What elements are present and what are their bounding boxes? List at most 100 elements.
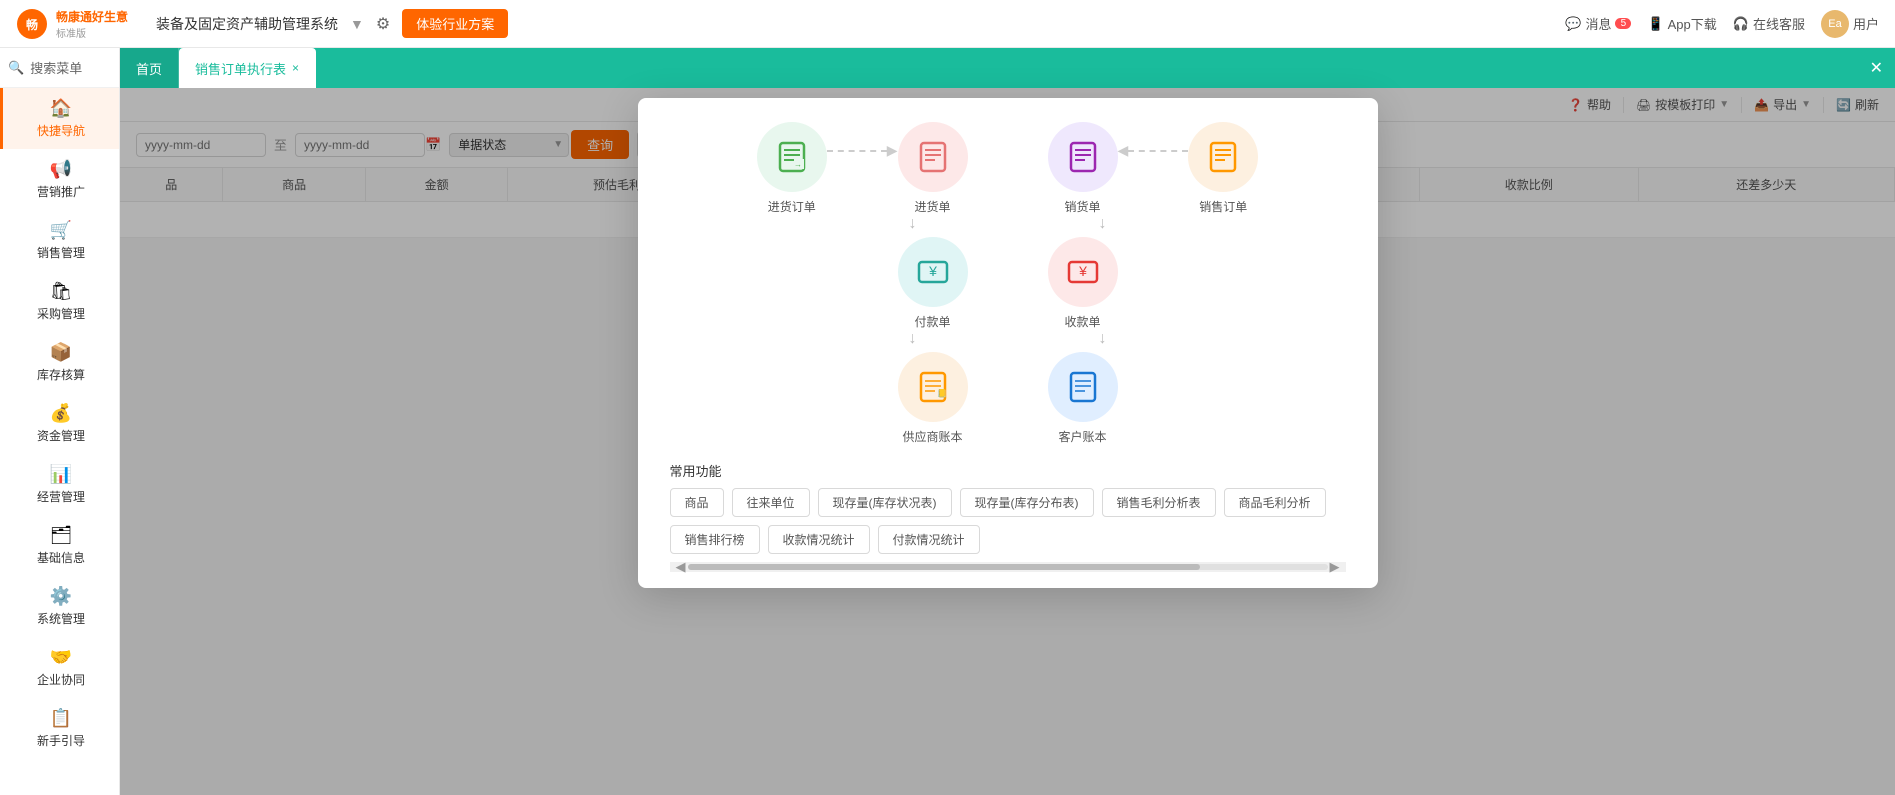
message-badge: 5 xyxy=(1615,18,1631,29)
sidebar-item-label: 快捷导航 xyxy=(37,122,85,139)
func-btn-sales-rank[interactable]: 销售排行榜 xyxy=(670,525,760,554)
user-item[interactable]: Ea 用户 xyxy=(1821,10,1879,38)
tab-close-icon[interactable]: × xyxy=(292,61,299,75)
func-btn-stock-dist[interactable]: 现存量(库存分布表) xyxy=(960,488,1094,517)
tab-bar: 首页 销售订单执行表 × ✕ xyxy=(120,48,1895,88)
svg-text:📒: 📒 xyxy=(937,389,947,398)
node-label-customer-ledger: 客户账本 xyxy=(1058,428,1106,445)
sidebar-item-quick-nav[interactable]: 🏠 快捷导航 xyxy=(0,88,119,149)
money-icon: 💰 xyxy=(50,403,72,424)
sidebar-item-label: 企业协同 xyxy=(37,671,85,688)
header-right: 💬 消息 5 📱 App下载 🎧 在线客服 Ea 用户 xyxy=(1565,10,1879,38)
folder-icon: 🗂 xyxy=(50,525,73,546)
app-logo-icon: 畅 xyxy=(16,8,48,40)
modal-overlay: → 进货订单 ▶ 进货单 xyxy=(120,88,1895,795)
box-icon: 📦 xyxy=(50,342,72,363)
sidebar-item-inventory[interactable]: 📦 库存核算 xyxy=(0,332,119,393)
flow-node-receipt-slip[interactable]: ¥ 收款单 xyxy=(1048,237,1118,330)
avatar: Ea xyxy=(1821,10,1849,38)
app-download-label: App下载 xyxy=(1668,14,1717,33)
func-btn-goods[interactable]: 商品 xyxy=(670,488,724,517)
sidebar-item-marketing[interactable]: 📢 营销推广 xyxy=(0,149,119,210)
sidebar-item-label: 营销推广 xyxy=(37,183,85,200)
flow-node-sales-slip[interactable]: 销货单 xyxy=(1048,122,1118,215)
modal-content: → 进货订单 ▶ 进货单 xyxy=(638,98,1378,588)
sidebar-item-finance[interactable]: 💰 资金管理 xyxy=(0,393,119,454)
tab-bar-right: ✕ xyxy=(1870,58,1895,78)
flow-node-sales-order[interactable]: 销售订单 xyxy=(1188,122,1258,215)
sidebar-item-label: 采购管理 xyxy=(37,305,85,322)
scroll-left-arrow[interactable]: ◀ xyxy=(674,559,688,575)
clipboard-icon: 📋 xyxy=(50,708,72,729)
bag-icon: 🛍 xyxy=(50,281,73,302)
download-icon: 📱 xyxy=(1647,16,1663,32)
sidebar-item-newbie[interactable]: 📋 新手引导 xyxy=(0,698,119,759)
home-icon: 🏠 xyxy=(50,98,72,119)
message-icon-item[interactable]: 💬 消息 5 xyxy=(1565,14,1631,33)
sidebar-item-purchase[interactable]: 🛍 采购管理 xyxy=(0,271,119,332)
headset-icon: 🎧 xyxy=(1733,16,1749,32)
func-btn-sales-profit[interactable]: 销售毛利分析表 xyxy=(1102,488,1216,517)
func-btn-goods-profit[interactable]: 商品毛利分析 xyxy=(1224,488,1326,517)
system-dropdown[interactable]: ▼ xyxy=(350,16,364,32)
sidebar-item-label: 经营管理 xyxy=(37,488,85,505)
flow-node-supplier-ledger[interactable]: 📒 供应商账本 xyxy=(898,352,968,445)
sidebar-item-collab[interactable]: 🤝 企业协同 xyxy=(0,637,119,698)
flow-node-purchase-order[interactable]: → 进货订单 xyxy=(757,122,827,215)
node-label-purchase-slip: 进货单 xyxy=(914,198,950,215)
cart-icon: 🛒 xyxy=(50,220,72,241)
sidebar-search[interactable]: 🔍 搜索菜单 xyxy=(0,48,119,88)
scroll-right-arrow[interactable]: ▶ xyxy=(1328,559,1342,575)
sidebar-item-label: 库存核算 xyxy=(37,366,85,383)
common-functions-row1: 商品 往来单位 现存量(库存状况表) 现存量(库存分布表) 销售毛利分析表 商品… xyxy=(670,488,1346,517)
tab-label: 销售订单执行表 xyxy=(195,59,286,78)
node-label-sales-slip: 销货单 xyxy=(1064,198,1100,215)
tab-sales-order[interactable]: 销售订单执行表 × xyxy=(179,48,316,88)
svg-text:¥: ¥ xyxy=(928,263,937,279)
system-title: 装备及固定资产辅助管理系统 xyxy=(156,14,338,34)
sidebar-item-label: 系统管理 xyxy=(37,610,85,627)
flow-node-payment-slip[interactable]: ¥ 付款单 xyxy=(898,237,968,330)
scrollbar-thumb xyxy=(688,564,1200,570)
node-label-supplier-ledger: 供应商账本 xyxy=(902,428,962,445)
user-label: 用户 xyxy=(1853,14,1879,33)
message-icon: 💬 xyxy=(1565,16,1581,32)
chart-icon: 📊 xyxy=(50,464,72,485)
experience-btn[interactable]: 体验行业方案 xyxy=(402,9,508,38)
sidebar-item-label: 新手引导 xyxy=(37,732,85,749)
message-label: 消息 xyxy=(1585,14,1611,33)
svg-text:畅: 畅 xyxy=(26,17,38,32)
logo-text: 畅康通好生意 标准版 xyxy=(56,8,128,40)
tab-home[interactable]: 首页 xyxy=(120,48,179,88)
node-label-payment-slip: 付款单 xyxy=(914,313,950,330)
func-btn-stock-status[interactable]: 现存量(库存状况表) xyxy=(818,488,952,517)
modal-scrollbar: ◀ ▶ xyxy=(670,562,1346,572)
header-left: 畅 畅康通好生意 标准版 装备及固定资产辅助管理系统 ▼ ⚙ 体验行业方案 xyxy=(16,8,508,40)
online-service-label: 在线客服 xyxy=(1753,14,1805,33)
close-all-tabs-icon[interactable]: ✕ xyxy=(1870,60,1883,77)
func-btn-payment-stats[interactable]: 付款情况统计 xyxy=(878,525,980,554)
sidebar-item-sales[interactable]: 🛒 销售管理 xyxy=(0,210,119,271)
sidebar-item-label: 基础信息 xyxy=(37,549,85,566)
sidebar-item-label: 资金管理 xyxy=(37,427,85,444)
handshake-icon: 🤝 xyxy=(50,647,72,668)
flow-node-customer-ledger[interactable]: 客户账本 xyxy=(1048,352,1118,445)
online-service-item[interactable]: 🎧 在线客服 xyxy=(1733,14,1805,33)
svg-text:→: → xyxy=(794,160,802,169)
func-btn-contacts[interactable]: 往来单位 xyxy=(732,488,810,517)
func-btn-receipt-stats[interactable]: 收款情况统计 xyxy=(768,525,870,554)
svg-text:¥: ¥ xyxy=(1078,263,1087,279)
node-label-receipt-slip: 收款单 xyxy=(1064,313,1100,330)
search-icon: 🔍 xyxy=(8,60,24,76)
app-download-item[interactable]: 📱 App下载 xyxy=(1647,14,1716,33)
logo-area: 畅 畅康通好生意 标准版 xyxy=(16,8,136,40)
sidebar-item-system[interactable]: ⚙️ 系统管理 xyxy=(0,576,119,637)
tab-home-label: 首页 xyxy=(136,59,162,78)
sidebar-item-label: 销售管理 xyxy=(37,244,85,261)
search-label: 搜索菜单 xyxy=(30,58,82,77)
flow-node-purchase-slip[interactable]: 进货单 xyxy=(898,122,968,215)
sidebar-item-basic[interactable]: 🗂 基础信息 xyxy=(0,515,119,576)
common-functions-title: 常用功能 xyxy=(670,461,1346,480)
settings-gear-icon[interactable]: ⚙ xyxy=(376,14,390,34)
sidebar-item-operation[interactable]: 📊 经营管理 xyxy=(0,454,119,515)
